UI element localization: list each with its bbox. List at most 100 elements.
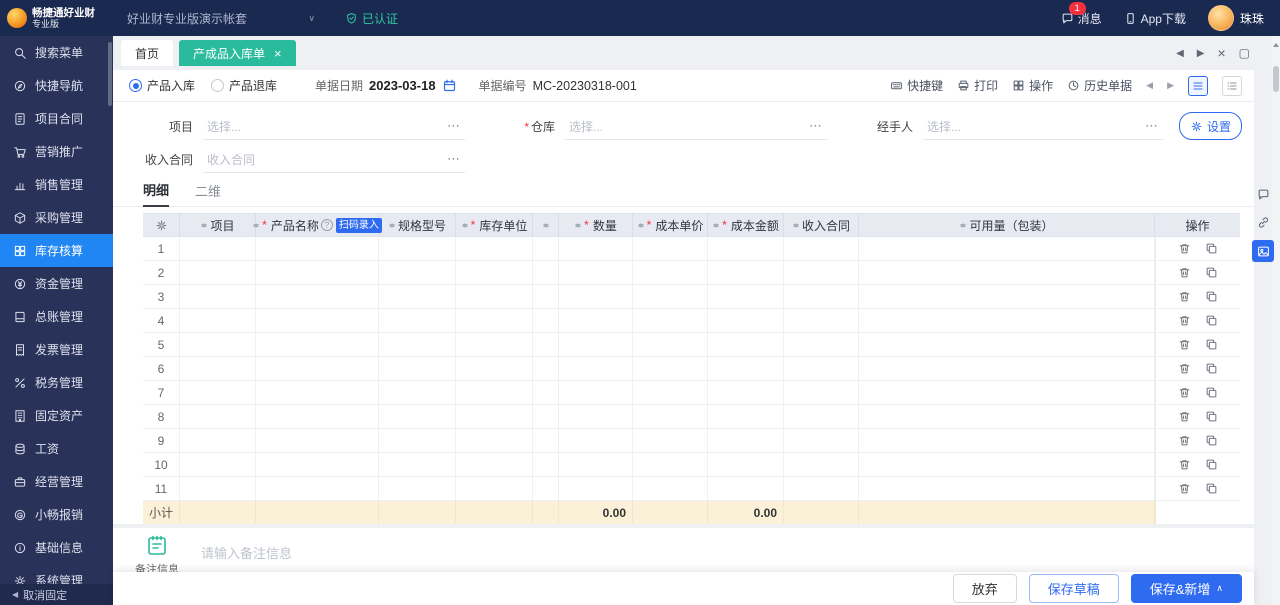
sort-icon[interactable] [200,220,208,231]
column-header-aux[interactable] [533,214,559,236]
delete-row-icon[interactable] [1178,314,1191,327]
copy-row-icon[interactable] [1205,242,1218,255]
cell-income_contract[interactable] [784,477,859,500]
cell-project[interactable] [180,237,256,260]
cell-unit[interactable] [456,237,533,260]
cell-available[interactable] [859,357,1155,380]
sort-icon[interactable] [252,220,260,231]
delete-row-icon[interactable] [1178,482,1191,495]
delete-row-icon[interactable] [1178,266,1191,279]
income-contract-input[interactable]: 收入合同 ⋯ [203,147,465,173]
messages-button[interactable]: 消息 1 [1061,1,1102,27]
cell-income_contract[interactable] [784,285,859,308]
cell-unit[interactable] [456,429,533,452]
column-header-qty[interactable]: * 数量 [559,214,633,236]
sort-icon[interactable] [542,220,550,231]
cell-income_contract[interactable] [784,453,859,476]
sort-icon[interactable] [959,220,967,231]
sort-icon[interactable] [712,220,720,231]
cell-income_contract[interactable] [784,237,859,260]
cell-unit[interactable] [456,381,533,404]
cell-qty[interactable] [559,453,633,476]
tab-scroll-right-icon[interactable]: ▶ [1197,48,1205,59]
cell-spec[interactable] [379,309,456,332]
cell-spec[interactable] [379,453,456,476]
sidebar-item-reimbursement[interactable]: 小畅报销 [0,498,113,531]
warehouse-picker-icon[interactable]: ⋯ [809,118,823,134]
project-picker-icon[interactable]: ⋯ [447,118,461,134]
cell-unit_cost[interactable] [633,261,708,284]
cell-aux[interactable] [533,405,559,428]
tab-product-inbound-order[interactable]: 产成品入库单 × [179,40,296,66]
cell-spec[interactable] [379,381,456,404]
copy-row-icon[interactable] [1205,290,1218,303]
cell-unit_cost[interactable] [633,405,708,428]
cell-product[interactable] [256,237,379,260]
copy-row-icon[interactable] [1205,434,1218,447]
cell-spec[interactable] [379,285,456,308]
cell-product[interactable] [256,333,379,356]
cell-project[interactable] [180,285,256,308]
column-header-project[interactable]: 项目 [180,214,256,236]
sidebar-item-inventory-accounting[interactable]: 库存核算 [0,234,113,267]
cell-cost_amount[interactable] [708,477,784,500]
cell-available[interactable] [859,429,1155,452]
sort-icon[interactable] [792,220,800,231]
save-draft-button[interactable]: 保存草稿 [1028,574,1119,603]
income-contract-picker-icon[interactable]: ⋯ [447,151,461,167]
calendar-icon[interactable] [442,78,457,93]
sidebar-item-fixed-assets[interactable]: 固定资产 [0,399,113,432]
table-settings-header[interactable] [143,214,180,236]
cell-unit[interactable] [456,357,533,380]
cell-cost_amount[interactable] [708,237,784,260]
cell-qty[interactable] [559,333,633,356]
cell-unit[interactable] [456,453,533,476]
sidebar-item-operations[interactable]: 经营管理 [0,465,113,498]
cell-cost_amount[interactable] [708,309,784,332]
cell-unit[interactable] [456,309,533,332]
cell-income_contract[interactable] [784,261,859,284]
sidebar-item-sales[interactable]: 销售管理 [0,168,113,201]
copy-row-icon[interactable] [1205,314,1218,327]
sidebar-item-system[interactable]: 系统管理 [0,564,113,584]
cell-aux[interactable] [533,333,559,356]
delete-row-icon[interactable] [1178,290,1191,303]
handler-picker-icon[interactable]: ⋯ [1145,118,1159,134]
cell-spec[interactable] [379,333,456,356]
cell-aux[interactable] [533,261,559,284]
cell-qty[interactable] [559,285,633,308]
cell-cost_amount[interactable] [708,357,784,380]
sidebar-scrollbar[interactable] [108,42,112,106]
scrollbar-thumb[interactable] [1273,66,1279,92]
cell-aux[interactable] [533,477,559,500]
account-set-selector[interactable]: 好业财专业版演示帐套 ∨ [127,10,315,27]
cell-aux[interactable] [533,381,559,404]
sidebar-item-tax[interactable]: 税务管理 [0,366,113,399]
column-header-ops[interactable]: 操作 [1155,214,1240,236]
cell-income_contract[interactable] [784,357,859,380]
delete-row-icon[interactable] [1178,338,1191,351]
close-tab-icon[interactable]: × [274,47,282,60]
cell-project[interactable] [180,261,256,284]
cell-project[interactable] [180,429,256,452]
cell-aux[interactable] [533,309,559,332]
handler-input[interactable]: 选择... ⋯ [923,114,1163,140]
image-panel-button[interactable] [1252,240,1274,262]
cell-cost_amount[interactable] [708,429,784,452]
radio-product-return[interactable]: 产品退库 [211,77,277,94]
sidebar-item-marketing[interactable]: 营销推广 [0,135,113,168]
cell-available[interactable] [859,453,1155,476]
fullscreen-icon[interactable]: ▢ [1239,46,1250,60]
sidebar-item-base-info[interactable]: 基础信息 [0,531,113,564]
cell-cost_amount[interactable] [708,381,784,404]
copy-row-icon[interactable] [1205,482,1218,495]
delete-row-icon[interactable] [1178,410,1191,423]
cell-spec[interactable] [379,261,456,284]
column-header-available[interactable]: 可用量（包装） [859,214,1155,236]
copy-row-icon[interactable] [1205,338,1218,351]
cell-unit[interactable] [456,261,533,284]
delete-row-icon[interactable] [1178,458,1191,471]
tab-home[interactable]: 首页 [121,40,174,66]
copy-row-icon[interactable] [1205,410,1218,423]
cell-product[interactable] [256,381,379,404]
